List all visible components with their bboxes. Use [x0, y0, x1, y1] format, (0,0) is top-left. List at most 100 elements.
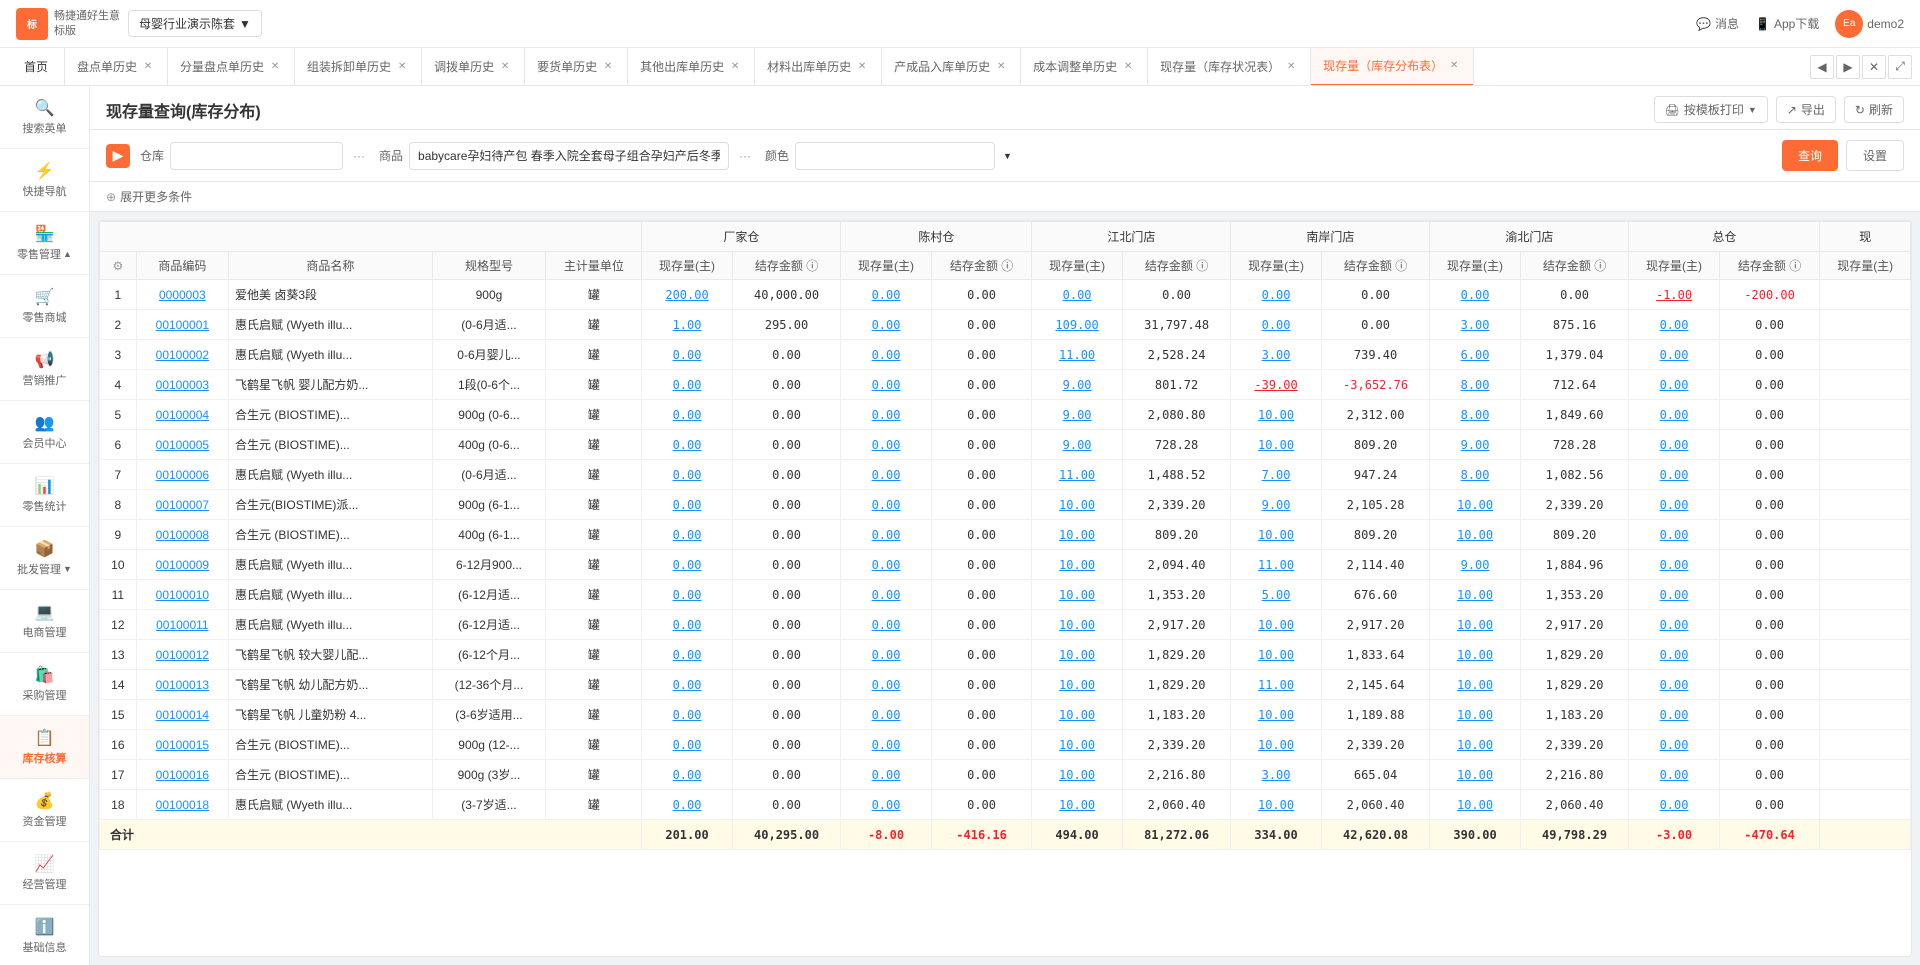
warehouse-dots[interactable]: ··· [349, 149, 369, 163]
cell-c2-qty[interactable]: 0.00 [841, 760, 931, 790]
tab-close-request[interactable]: ✕ [601, 60, 615, 74]
cell-c2-qty[interactable]: 0.00 [841, 370, 931, 400]
cell-c3-qty[interactable]: 10.00 [1032, 700, 1122, 730]
cell-c3-qty[interactable]: 10.00 [1032, 730, 1122, 760]
cell-tot-qty[interactable]: 0.00 [1629, 340, 1719, 370]
cell-code[interactable]: 00100016 [136, 760, 228, 790]
cell-c4-qty[interactable]: 10.00 [1231, 640, 1321, 670]
cell-c1-qty[interactable]: 0.00 [642, 490, 732, 520]
cell-c4-qty[interactable]: 10.00 [1231, 790, 1321, 820]
cell-code[interactable]: 00100006 [136, 460, 228, 490]
cell-c4-qty[interactable]: 5.00 [1231, 580, 1321, 610]
cell-c4-qty[interactable]: 0.00 [1231, 310, 1321, 340]
cell-c2-qty[interactable]: 0.00 [841, 490, 931, 520]
sidebar-item-ecom[interactable]: 💻 电商管理 [0, 590, 89, 653]
cell-c5-qty[interactable]: 10.00 [1430, 520, 1520, 550]
cell-c3-qty[interactable]: 10.00 [1032, 550, 1122, 580]
cell-c1-qty[interactable]: 0.00 [642, 520, 732, 550]
cell-tot-qty[interactable]: 0.00 [1629, 670, 1719, 700]
cell-c3-qty[interactable]: 11.00 [1032, 460, 1122, 490]
cell-code[interactable]: 00100007 [136, 490, 228, 520]
cell-c5-qty[interactable]: 10.00 [1430, 640, 1520, 670]
cell-c1-qty[interactable]: 0.00 [642, 430, 732, 460]
goods-input[interactable] [409, 142, 729, 170]
cell-c1-qty[interactable]: 0.00 [642, 370, 732, 400]
cell-c3-qty[interactable]: 9.00 [1032, 400, 1122, 430]
cell-c2-qty[interactable]: 0.00 [841, 460, 931, 490]
cell-code[interactable]: 00100003 [136, 370, 228, 400]
refresh-btn[interactable]: ↻ 刷新 [1844, 96, 1904, 123]
cell-tot-qty[interactable]: 0.00 [1629, 640, 1719, 670]
cell-c3-qty[interactable]: 10.00 [1032, 520, 1122, 550]
cell-code[interactable]: 00100009 [136, 550, 228, 580]
cell-code[interactable]: 00100005 [136, 430, 228, 460]
cell-tot-qty[interactable]: 0.00 [1629, 730, 1719, 760]
cell-c3-qty[interactable]: 10.00 [1032, 610, 1122, 640]
cell-c2-qty[interactable]: 0.00 [841, 310, 931, 340]
cell-c5-qty[interactable]: 10.00 [1430, 490, 1520, 520]
cell-tot-qty[interactable]: 0.00 [1629, 760, 1719, 790]
cell-tot-qty[interactable]: 0.00 [1629, 490, 1719, 520]
cell-c5-qty[interactable]: 8.00 [1430, 460, 1520, 490]
sidebar-item-stock[interactable]: 📋 库存核算 [0, 716, 89, 779]
cell-c3-qty[interactable]: 10.00 [1032, 760, 1122, 790]
cell-c5-qty[interactable]: 10.00 [1430, 670, 1520, 700]
cell-c3-qty[interactable]: 10.00 [1032, 670, 1122, 700]
setting-button[interactable]: 设置 [1846, 140, 1904, 171]
cell-c2-qty[interactable]: 0.00 [841, 700, 931, 730]
query-button[interactable]: 查询 [1782, 140, 1838, 171]
sidebar-item-shop[interactable]: 🛒 零售商城 [0, 275, 89, 338]
cell-tot-qty[interactable]: 0.00 [1629, 700, 1719, 730]
cell-c4-qty[interactable]: 9.00 [1231, 490, 1321, 520]
tab-close-stock-status[interactable]: ✕ [1284, 60, 1298, 74]
cell-c4-qty[interactable]: 10.00 [1231, 610, 1321, 640]
cell-c5-qty[interactable]: 6.00 [1430, 340, 1520, 370]
cell-c5-qty[interactable]: 8.00 [1430, 370, 1520, 400]
cell-c4-qty[interactable]: 11.00 [1231, 550, 1321, 580]
cell-c4-qty[interactable]: 10.00 [1231, 700, 1321, 730]
tab-home[interactable]: 首页 [8, 48, 65, 86]
expand-more-btn[interactable]: 展开更多条件 [120, 188, 192, 205]
cell-c5-qty[interactable]: 10.00 [1430, 700, 1520, 730]
sidebar-item-search[interactable]: 🔍 搜索英单 [0, 86, 89, 149]
cell-c5-qty[interactable]: 10.00 [1430, 730, 1520, 760]
tab-stock-status[interactable]: 现存量（库存状况表） ✕ [1148, 48, 1311, 86]
cell-tot-qty[interactable]: 0.00 [1629, 580, 1719, 610]
tab-expand-btn[interactable]: ⤢ [1888, 55, 1912, 79]
message-btn[interactable]: 💬 消息 [1696, 15, 1739, 32]
cell-code[interactable]: 00100001 [136, 310, 228, 340]
app-download-btn[interactable]: 📱 App下载 [1755, 15, 1819, 32]
tab-transfer[interactable]: 调拨单历史 ✕ [422, 48, 525, 86]
tab-close-stock-distribution[interactable]: ✕ [1447, 59, 1461, 73]
cell-c3-qty[interactable]: 10.00 [1032, 640, 1122, 670]
cell-c1-qty[interactable]: 0.00 [642, 610, 732, 640]
goods-dots[interactable]: ··· [735, 149, 755, 163]
tab-close-cost-adjust[interactable]: ✕ [1121, 60, 1135, 74]
cell-c2-qty[interactable]: 0.00 [841, 640, 931, 670]
cell-code[interactable]: 00100011 [136, 610, 228, 640]
cell-code[interactable]: 00100010 [136, 580, 228, 610]
cell-c5-qty[interactable]: 10.00 [1430, 580, 1520, 610]
cell-c3-qty[interactable]: 11.00 [1032, 340, 1122, 370]
cell-c4-qty[interactable]: 10.00 [1231, 520, 1321, 550]
cell-c1-qty[interactable]: 1.00 [642, 310, 732, 340]
tab-close-other-out[interactable]: ✕ [728, 60, 742, 74]
cell-c4-qty[interactable]: 0.00 [1231, 280, 1321, 310]
cell-code[interactable]: 00100018 [136, 790, 228, 820]
tab-cost-adjust[interactable]: 成本调整单历史 ✕ [1021, 48, 1148, 86]
cell-code[interactable]: 00100013 [136, 670, 228, 700]
cell-c5-qty[interactable]: 10.00 [1430, 610, 1520, 640]
cell-c1-qty[interactable]: 0.00 [642, 760, 732, 790]
color-dropdown[interactable]: ▼ [1003, 151, 1012, 161]
sidebar-item-marketing[interactable]: 📢 营销推广 [0, 338, 89, 401]
cell-code[interactable]: 00100012 [136, 640, 228, 670]
cell-code[interactable]: 00100004 [136, 400, 228, 430]
cell-c3-qty[interactable]: 9.00 [1032, 430, 1122, 460]
cell-code[interactable]: 00100002 [136, 340, 228, 370]
cell-tot-qty[interactable]: 0.00 [1629, 610, 1719, 640]
cell-c5-qty[interactable]: 3.00 [1430, 310, 1520, 340]
tab-close-inventory-check[interactable]: ✕ [141, 60, 155, 74]
cell-c2-qty[interactable]: 0.00 [841, 610, 931, 640]
warehouse-input[interactable] [170, 142, 343, 170]
tab-assembly[interactable]: 组装拆卸单历史 ✕ [295, 48, 422, 86]
